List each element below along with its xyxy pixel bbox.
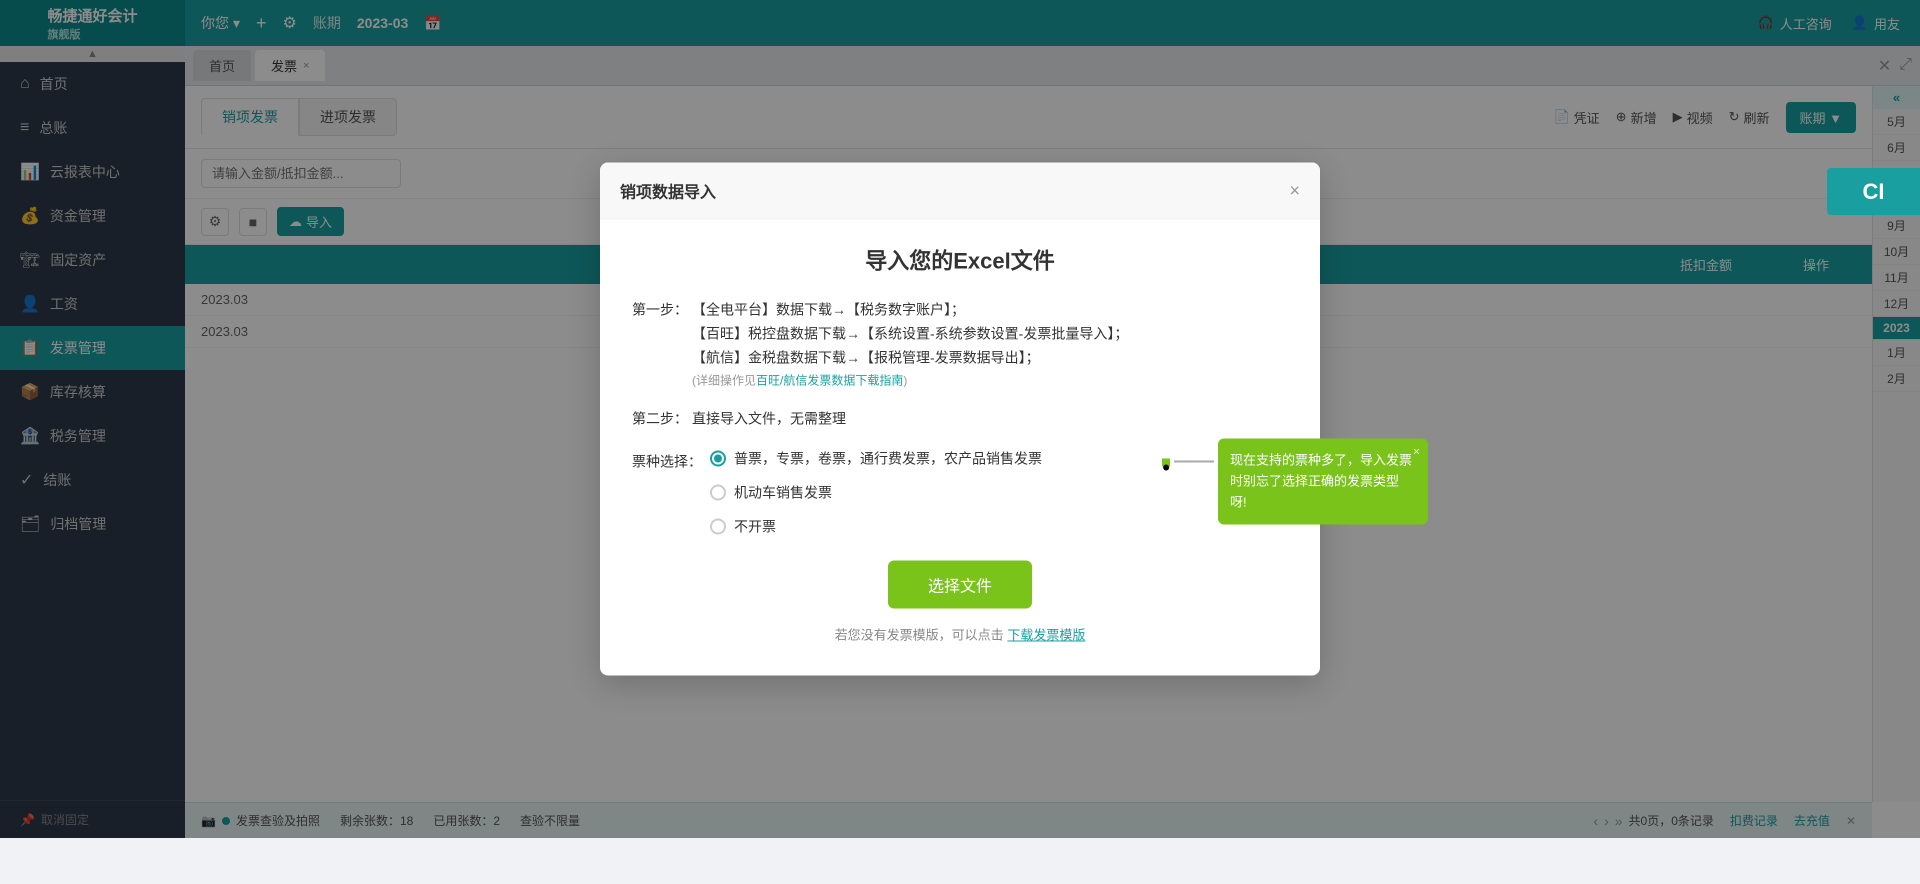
template-note: 若您没有发票模版，可以点击 下载发票模版 [632,625,1288,644]
ci-badge[interactable]: CI [1827,168,1920,215]
tooltip-line [1174,461,1214,463]
modal-main-title: 导入您的Excel文件 [632,244,1288,276]
step1-note: (详细操作见百旺/航信发票数据下载指南) [692,372,1128,389]
step1-line2: 【百旺】税控盘数据下载→【系统设置-系统参数设置-发票批量导入】； [692,324,1128,344]
step1-label: 第一步： [632,300,688,320]
tooltip-popup: × 现在支持的票种多了，导入发票时别忘了选择正确的发票类型呀! [1218,439,1428,525]
select-file-btn[interactable]: 选择文件 [888,561,1032,609]
radio-group: 普票，专票，卷票，通行费发票，农产品销售发票 机动车销售发票 不开票 [710,449,1042,537]
tooltip-dot: ● [1162,459,1170,467]
download-template-link[interactable]: 下载发票模版 [1007,628,1085,643]
radio-option-3[interactable]: 不开票 [710,517,1042,537]
modal-close-btn[interactable]: × [1289,180,1300,201]
step1-line1: 【全电平台】数据下载→【税务数字账户】； [692,300,1128,320]
radio-dot-1 [714,455,722,463]
tooltip-close-btn[interactable]: × [1413,443,1420,462]
step1: 第一步： 【全电平台】数据下载→【税务数字账户】； 【百旺】税控盘数据下载→【系… [632,300,1288,389]
radio-checked-1 [710,451,726,467]
ticket-label: 票种选择： [632,449,702,475]
import-modal: 销项数据导入 × 导入您的Excel文件 第一步： 【全电平台】数据下载→【税务… [600,163,1320,676]
step2: 第二步： 直接导入文件，无需整理 [632,409,1288,429]
modal-header: 销项数据导入 × [600,163,1320,220]
ticket-select-row: 票种选择： 普票，专票，卷票，通行费发票，农产品销售发票 机动车销售发票 不开票 [632,449,1288,537]
modal-title: 销项数据导入 [620,179,716,203]
step2-label: 第二步： [632,409,688,429]
radio-option-1[interactable]: 普票，专票，卷票，通行费发票，农产品销售发票 [710,449,1042,469]
step1-line3: 【航信】金税盘数据下载→【报税管理-发票数据导出】； [692,348,1128,368]
radio-circle-3 [710,519,726,535]
step2-text: 直接导入文件，无需整理 [692,409,846,429]
radio-circle-2 [710,485,726,501]
modal-body: 导入您的Excel文件 第一步： 【全电平台】数据下载→【税务数字账户】； 【百… [600,220,1320,676]
guide-link[interactable]: 百旺/航信发票数据下载指南 [756,374,903,388]
radio-option-2[interactable]: 机动车销售发票 [710,483,1042,503]
